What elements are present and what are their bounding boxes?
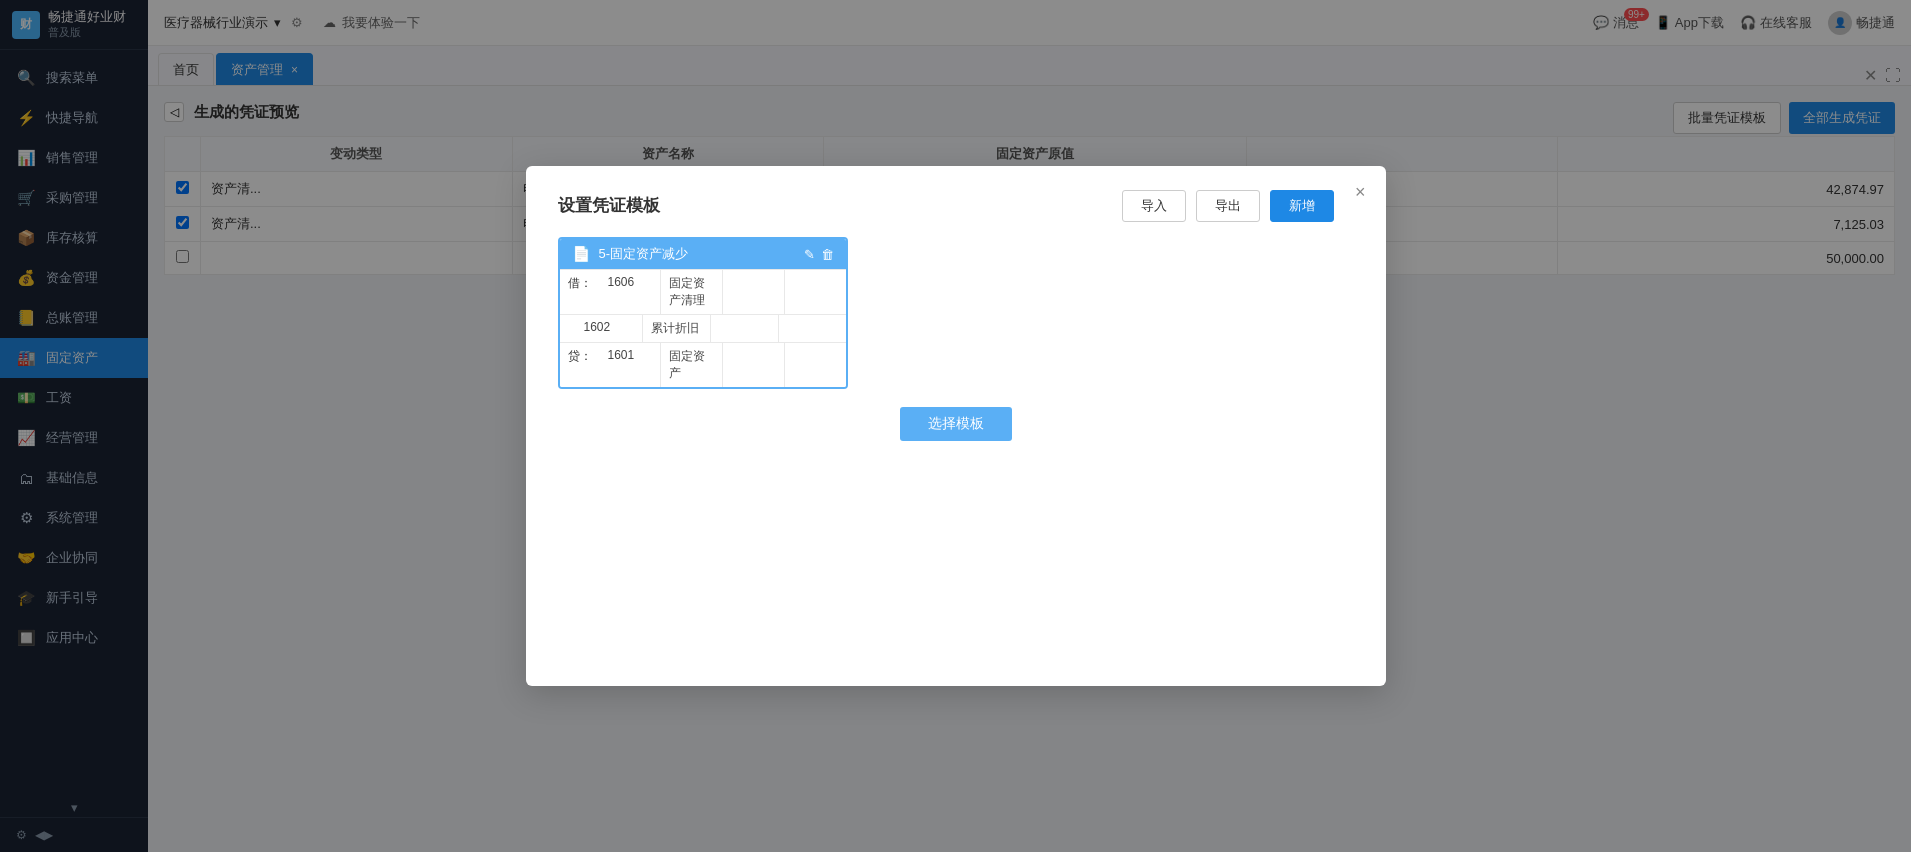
template-edit-icon[interactable]: ✎ bbox=[804, 247, 815, 262]
export-button[interactable]: 导出 bbox=[1196, 190, 1260, 222]
entry-credit-1 bbox=[779, 315, 846, 342]
modal-overlay: 设置凭证模板 × 导入 导出 新增 📄 5-固定资产减少 ✎ 🗑 借： 1606 bbox=[0, 0, 1911, 852]
new-template-button[interactable]: 新增 bbox=[1270, 190, 1334, 222]
template-entry-row: 贷： 1601 固定资产 bbox=[560, 342, 846, 387]
template-card-header: 📄 5-固定资产减少 ✎ 🗑 bbox=[560, 239, 846, 269]
template-doc-icon: 📄 bbox=[572, 245, 591, 263]
template-delete-icon[interactable]: 🗑 bbox=[821, 247, 834, 262]
template-card-actions: ✎ 🗑 bbox=[804, 247, 834, 262]
import-button[interactable]: 导入 bbox=[1122, 190, 1186, 222]
template-card-title: 📄 5-固定资产减少 bbox=[572, 245, 689, 263]
entry-code-0: 1606 bbox=[600, 270, 662, 314]
entry-type-0: 借： bbox=[560, 270, 600, 314]
template-card-body: 借： 1606 固定资产清理 1602 累计折旧 贷： 1601 固定资产 bbox=[560, 269, 846, 387]
select-template-button[interactable]: 选择模板 bbox=[900, 407, 1012, 441]
entry-name-1: 累计折旧 bbox=[643, 315, 711, 342]
template-entry-row: 1602 累计折旧 bbox=[560, 314, 846, 342]
entry-credit-2 bbox=[785, 343, 846, 387]
modal-set-template: 设置凭证模板 × 导入 导出 新增 📄 5-固定资产减少 ✎ 🗑 借： 1606 bbox=[526, 166, 1386, 686]
entry-name-0: 固定资产清理 bbox=[661, 270, 723, 314]
modal-close-button[interactable]: × bbox=[1355, 182, 1366, 203]
entry-code-2: 1601 bbox=[600, 343, 662, 387]
entry-code-1: 1602 bbox=[576, 315, 644, 342]
entry-type-1 bbox=[560, 315, 576, 342]
template-entry-row: 借： 1606 固定资产清理 bbox=[560, 269, 846, 314]
entry-type-2: 贷： bbox=[560, 343, 600, 387]
entry-debit-2 bbox=[723, 343, 785, 387]
modal-actions: 导入 导出 新增 bbox=[1122, 190, 1334, 222]
entry-debit-1 bbox=[711, 315, 779, 342]
entry-name-2: 固定资产 bbox=[661, 343, 723, 387]
template-name: 5-固定资产减少 bbox=[599, 245, 689, 263]
template-card: 📄 5-固定资产减少 ✎ 🗑 借： 1606 固定资产清理 1602 累计折旧 … bbox=[558, 237, 848, 389]
entry-credit-0 bbox=[785, 270, 846, 314]
entry-debit-0 bbox=[723, 270, 785, 314]
